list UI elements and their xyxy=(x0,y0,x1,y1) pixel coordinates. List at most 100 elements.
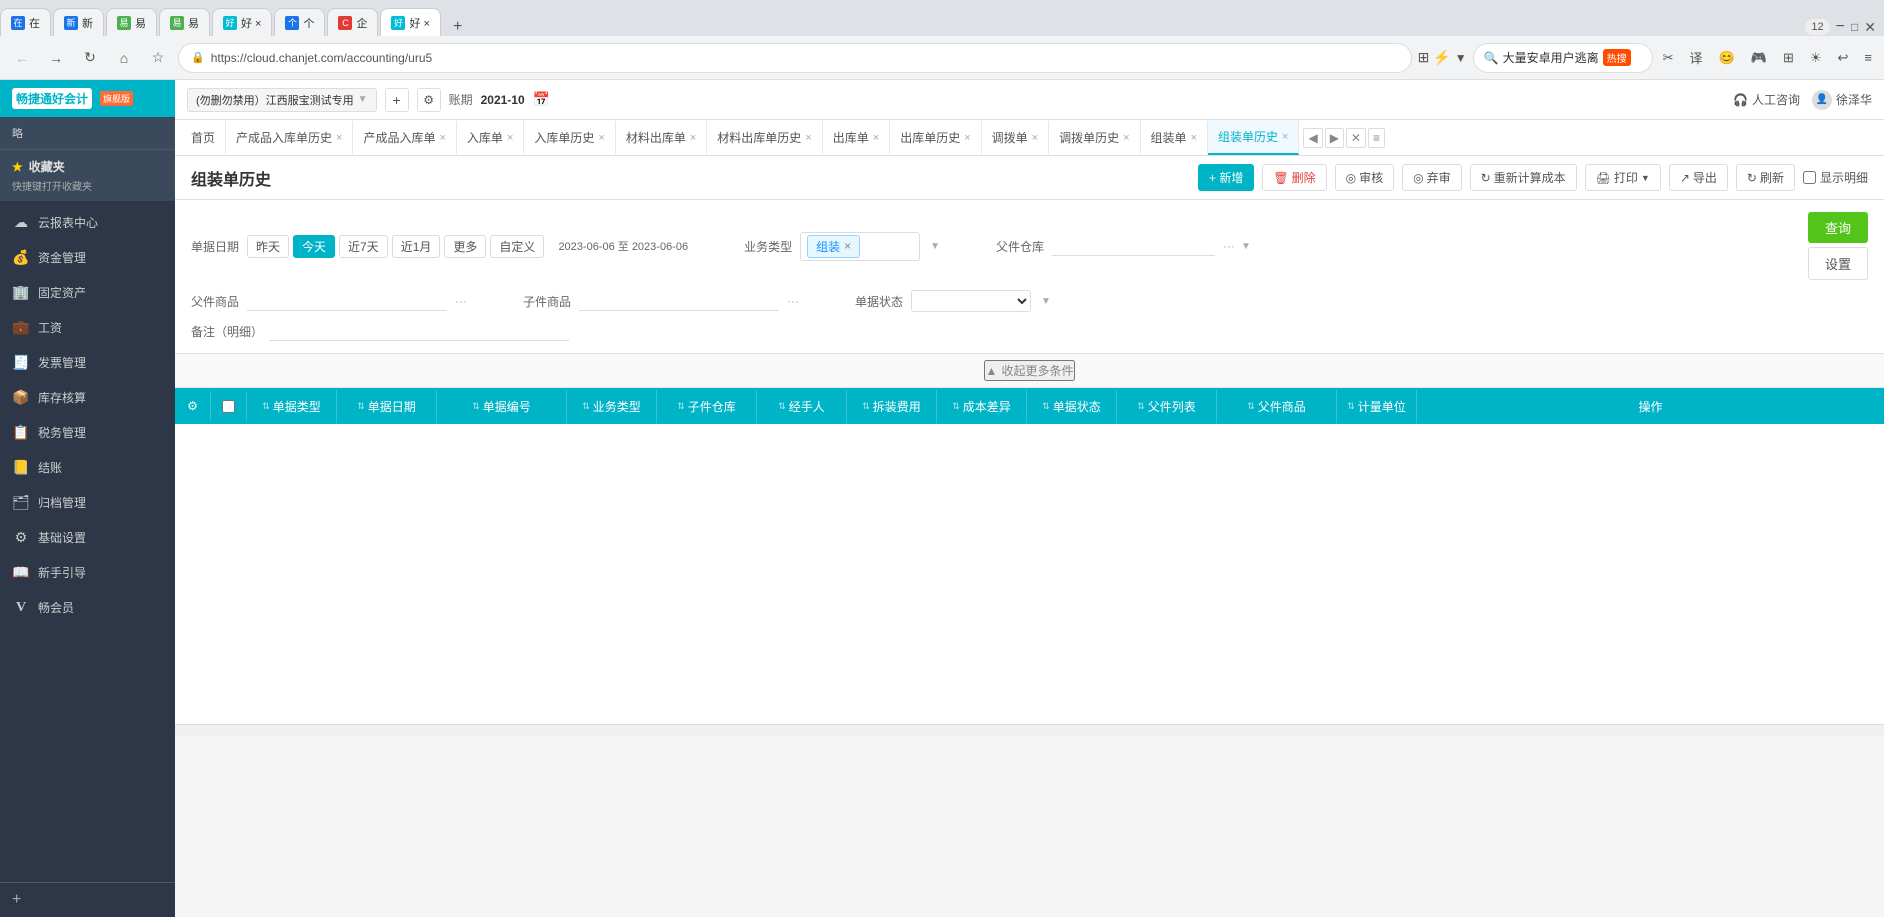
sidebar-item-fund[interactable]: 💰 资金管理 xyxy=(0,240,175,275)
th-parentlist[interactable]: ⇅ 父件列表 xyxy=(1117,390,1217,423)
date-btn-today[interactable]: 今天 xyxy=(293,235,335,258)
browser-tab-6[interactable]: 个 个 xyxy=(274,8,325,36)
print-btn[interactable]: 🖨 打印 ▼ xyxy=(1585,164,1661,191)
refresh-btn[interactable]: ↻ 刷新 xyxy=(1736,164,1795,191)
child-goods-input[interactable] xyxy=(579,292,779,311)
th-costdiff[interactable]: ⇅ 成本差异 xyxy=(937,390,1027,423)
browser-tab-4[interactable]: 易 易 xyxy=(159,8,210,36)
browser-tab-5[interactable]: 好 好 × xyxy=(212,8,272,36)
tab-close-assemble[interactable]: × xyxy=(1191,132,1197,144)
browser-tab-3[interactable]: 易 易 xyxy=(106,8,157,36)
tab-close-material-out-history[interactable]: × xyxy=(805,132,811,144)
recalc-btn[interactable]: ↻ 重新计算成本 xyxy=(1470,164,1577,191)
sidebar-item-inventory[interactable]: 📦 库存核算 xyxy=(0,380,175,415)
scroll-area[interactable] xyxy=(175,724,1884,736)
company-selector[interactable]: (勿删勿禁用）江西服宝测试专用 ▼ xyxy=(187,88,377,112)
date-btn-7days[interactable]: 近7天 xyxy=(339,235,388,258)
tab-out[interactable]: 出库单 × xyxy=(823,121,890,154)
tab-assemble-history[interactable]: 组装单历史 × xyxy=(1208,120,1299,155)
th-type[interactable]: ⇅ 单据类型 xyxy=(247,390,337,423)
th-biztype[interactable]: ⇅ 业务类型 xyxy=(567,390,657,423)
tab-produce-in-history[interactable]: 产成品入库单历史 × xyxy=(226,121,353,154)
th-parentgoods[interactable]: ⇅ 父件商品 xyxy=(1217,390,1337,423)
reload-btn[interactable]: ↻ xyxy=(76,44,104,72)
th-num[interactable]: ⇅ 单据编号 xyxy=(437,390,567,423)
sidebar-item-account[interactable]: 📒 结账 xyxy=(0,450,175,485)
lightning-icon[interactable]: ⚡ xyxy=(1433,49,1450,66)
sidebar-item-settings[interactable]: ⚙ 基础设置 xyxy=(0,520,175,555)
sidebar-item-guide[interactable]: 📖 新手引导 xyxy=(0,555,175,590)
date-btn-1month[interactable]: 近1月 xyxy=(392,235,441,258)
filter-settings-btn[interactable]: 设置 xyxy=(1808,247,1868,280)
th-unit[interactable]: ⇅ 计量单位 xyxy=(1337,390,1417,423)
sidebar-item-fixed-asset[interactable]: 🏢 固定资产 xyxy=(0,275,175,310)
tab-close-material-out[interactable]: × xyxy=(690,132,696,144)
parent-goods-more[interactable]: ··· xyxy=(455,294,467,308)
tab-close-in[interactable]: × xyxy=(507,132,513,144)
sidebar-item-archive[interactable]: 🗂 归档管理 xyxy=(0,485,175,520)
tab-in-history[interactable]: 入库单历史 × xyxy=(524,121,615,154)
grid-icon[interactable]: ⊞ xyxy=(1779,48,1798,68)
browser-tab-7[interactable]: C 企 xyxy=(327,8,378,36)
address-bar[interactable]: 🔒 https://cloud.chanjet.com/accounting/u… xyxy=(178,43,1412,73)
menu-icon[interactable]: ≡ xyxy=(1860,48,1876,67)
delete-btn[interactable]: 🗑 删除 xyxy=(1262,164,1326,191)
parent-wh-input[interactable] xyxy=(1052,237,1215,256)
tab-material-out-history[interactable]: 材料出库单历史 × xyxy=(707,121,822,154)
biz-type-dropdown-icon[interactable]: ▼ xyxy=(930,241,940,252)
date-btn-more[interactable]: 更多 xyxy=(444,235,486,258)
back-btn[interactable]: ← xyxy=(8,44,36,72)
bookmark-btn[interactable]: ☆ xyxy=(144,44,172,72)
sidebar-item-wage[interactable]: 💼 工资 xyxy=(0,310,175,345)
th-dismantl[interactable]: ⇅ 拆装费用 xyxy=(847,390,937,423)
tab-assemble[interactable]: 组装单 × xyxy=(1141,121,1208,154)
date-btn-yesterday[interactable]: 昨天 xyxy=(247,235,289,258)
forward-btn[interactable]: → xyxy=(42,44,70,72)
sidebar-item-invoice[interactable]: 🧾 发票管理 xyxy=(0,345,175,380)
sidebar-item-tax[interactable]: 📋 税务管理 xyxy=(0,415,175,450)
nav-right-btn[interactable]: ▶ xyxy=(1325,128,1344,148)
select-all-checkbox[interactable] xyxy=(222,400,235,413)
date-btn-custom[interactable]: 自定义 xyxy=(490,235,544,258)
tab-transfer-history[interactable]: 调拨单历史 × xyxy=(1049,121,1140,154)
biz-type-tag-close[interactable]: × xyxy=(844,239,851,253)
company-settings-btn[interactable]: ⚙ xyxy=(417,88,441,112)
tab-transfer[interactable]: 调拨单 × xyxy=(982,121,1049,154)
show-detail-checkbox-container[interactable]: 显示明细 xyxy=(1803,169,1868,186)
new-tab-btn[interactable]: + xyxy=(447,18,468,36)
tab-material-out[interactable]: 材料出库单 × xyxy=(616,121,707,154)
tab-close-assemble-history[interactable]: × xyxy=(1282,131,1288,143)
dropdown-icon[interactable]: ▼ xyxy=(1455,51,1467,65)
qr-icon[interactable]: ⊞ xyxy=(1418,49,1430,66)
scissors-icon[interactable]: ✂ xyxy=(1659,48,1678,68)
th-status[interactable]: ⇅ 单据状态 xyxy=(1027,390,1117,423)
tab-close-produce-in[interactable]: × xyxy=(439,132,445,144)
status-select[interactable] xyxy=(911,290,1031,312)
sidebar-item-member[interactable]: V 畅会员 xyxy=(0,590,175,625)
parent-wh-more[interactable]: ··· xyxy=(1223,239,1235,253)
abandon-btn[interactable]: ◎ 弃审 xyxy=(1402,164,1462,191)
show-detail-checkbox[interactable] xyxy=(1803,171,1816,184)
tab-close-produce-in-history[interactable]: × xyxy=(336,132,342,144)
th-settings[interactable]: ⚙ xyxy=(175,391,211,421)
emoji-icon[interactable]: 😊 xyxy=(1715,48,1739,68)
add-company-btn[interactable]: + xyxy=(385,88,409,112)
nav-close-all-btn[interactable]: ✕ xyxy=(1346,128,1366,148)
close-btn[interactable]: ✕ xyxy=(1864,19,1876,36)
sidebar-favorites[interactable]: ★ 收藏夹 快捷键打开收藏夹 xyxy=(0,150,175,201)
maximize-btn[interactable]: □ xyxy=(1851,20,1858,34)
browser-tab-2[interactable]: 新 新 xyxy=(53,8,104,36)
user-info[interactable]: 👤 徐泽华 xyxy=(1812,90,1872,110)
new-btn[interactable]: + 新增 xyxy=(1198,164,1254,191)
translate-icon[interactable]: 译 xyxy=(1686,46,1707,69)
parent-goods-input[interactable] xyxy=(247,292,447,311)
browser-tab-1[interactable]: 在 在 xyxy=(0,8,51,36)
tab-out-history[interactable]: 出库单历史 × xyxy=(890,121,981,154)
history-icon[interactable]: ↩ xyxy=(1834,48,1853,68)
calendar-icon[interactable]: 📅 xyxy=(533,91,550,108)
sidebar-item-cloud-report[interactable]: ☁ 云报表中心 xyxy=(0,205,175,240)
th-date[interactable]: ⇅ 单据日期 xyxy=(337,390,437,423)
minimize-btn[interactable]: − xyxy=(1836,18,1845,36)
th-handler[interactable]: ⇅ 经手人 xyxy=(757,390,847,423)
export-btn[interactable]: ↗ 导出 xyxy=(1669,164,1728,191)
